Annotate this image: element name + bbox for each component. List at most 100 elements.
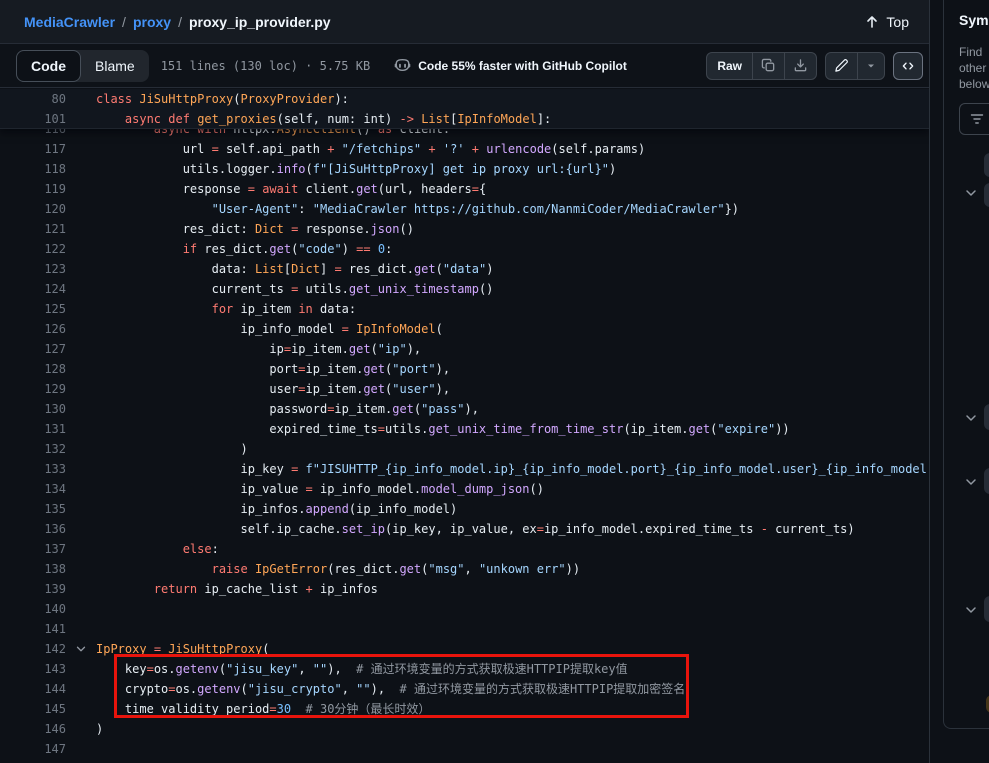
line-number[interactable]: 118 bbox=[0, 159, 66, 179]
breadcrumb-folder-link[interactable]: proxy bbox=[133, 14, 171, 30]
line-number[interactable]: 117 bbox=[0, 139, 66, 159]
code-text: for ip_item in data: bbox=[96, 299, 356, 319]
line-number[interactable]: 127 bbox=[0, 339, 66, 359]
chevron-down-icon[interactable] bbox=[963, 602, 979, 618]
breadcrumb-file-name: proxy_ip_provider.py bbox=[189, 14, 331, 30]
download-icon bbox=[793, 58, 808, 73]
code-line: 132 ) bbox=[0, 439, 929, 459]
line-number[interactable]: 119 bbox=[0, 179, 66, 199]
symbols-filter-input[interactable] bbox=[959, 103, 989, 135]
code-text: port=ip_item.get("port"), bbox=[96, 359, 450, 379]
code-text: ip_key = f"JISUHTTP_{ip_info_model.ip}_{… bbox=[96, 459, 927, 479]
code-line: 147 bbox=[0, 739, 929, 759]
file-view: MediaCrawler / proxy / proxy_ip_provider… bbox=[0, 0, 930, 763]
back-to-top-label: Top bbox=[886, 14, 909, 30]
chevron-down-icon[interactable] bbox=[963, 185, 979, 201]
code-text: response = await client.get(url, headers… bbox=[96, 179, 486, 199]
code-text: "User-Agent": "MediaCrawler https://gith… bbox=[96, 199, 739, 219]
file-meta: 151 lines (130 loc) · 5.75 KB bbox=[161, 59, 371, 73]
code-text: url = self.api_path + "/fetchips" + '?' … bbox=[96, 139, 645, 159]
breadcrumb-repo-link[interactable]: MediaCrawler bbox=[24, 14, 115, 30]
copy-button[interactable] bbox=[752, 53, 784, 79]
code-line: 120 "User-Agent": "MediaCrawler https://… bbox=[0, 199, 929, 219]
back-to-top-button[interactable]: Top bbox=[864, 14, 909, 30]
symbol-item[interactable] bbox=[984, 468, 989, 494]
line-number[interactable]: 145 bbox=[0, 699, 66, 719]
line-number[interactable]: 132 bbox=[0, 439, 66, 459]
code-line: 144 crypto=os.getenv("jisu_crypto", ""),… bbox=[0, 679, 929, 699]
line-number[interactable]: 120 bbox=[0, 199, 66, 219]
breadcrumb: MediaCrawler / proxy / proxy_ip_provider… bbox=[0, 0, 929, 44]
line-number[interactable]: 124 bbox=[0, 279, 66, 299]
code-text: IpProxy = JiSuHttpProxy( bbox=[96, 639, 269, 659]
line-number[interactable]: 129 bbox=[0, 379, 66, 399]
breadcrumb-separator: / bbox=[122, 14, 126, 30]
raw-button-group: Raw bbox=[706, 52, 817, 80]
symbol-item[interactable] bbox=[984, 183, 989, 207]
line-number[interactable]: 133 bbox=[0, 459, 66, 479]
symbols-toggle-button[interactable] bbox=[893, 52, 923, 80]
line-number[interactable]: 136 bbox=[0, 519, 66, 539]
line-number[interactable]: 139 bbox=[0, 579, 66, 599]
tab-code[interactable]: Code bbox=[16, 50, 81, 82]
code-line: 125 for ip_item in data: bbox=[0, 299, 929, 319]
chevron-down-icon[interactable] bbox=[963, 410, 979, 426]
code-line: 130 password=ip_item.get("pass"), bbox=[0, 399, 929, 419]
code-text: async def get_proxies(self, num: int) ->… bbox=[96, 109, 551, 129]
line-number[interactable]: 131 bbox=[0, 419, 66, 439]
line-number[interactable]: 130 bbox=[0, 399, 66, 419]
tab-blame[interactable]: Blame bbox=[81, 50, 149, 82]
line-number[interactable]: 80 bbox=[0, 89, 66, 109]
edit-button-group bbox=[825, 52, 885, 80]
code-text: return ip_cache_list + ip_infos bbox=[96, 579, 378, 599]
code-line: 140 bbox=[0, 599, 929, 619]
line-number[interactable]: 147 bbox=[0, 739, 66, 759]
line-number[interactable]: 128 bbox=[0, 359, 66, 379]
line-number[interactable]: 125 bbox=[0, 299, 66, 319]
filter-icon bbox=[969, 111, 985, 127]
caret-down-icon bbox=[865, 60, 877, 72]
edit-dropdown-button[interactable] bbox=[857, 53, 884, 79]
chevron-down-icon[interactable] bbox=[963, 474, 979, 490]
line-number[interactable]: 134 bbox=[0, 479, 66, 499]
code-line: 143 key=os.getenv("jisu_key", ""), # 通过环… bbox=[0, 659, 929, 679]
toolbar-actions: Raw bbox=[706, 52, 923, 80]
code-line: 123 data: List[Dict] = res_dict.get("dat… bbox=[0, 259, 929, 279]
arrow-up-icon bbox=[864, 14, 880, 30]
code-text: key=os.getenv("jisu_key", ""), # 通过环境变量的… bbox=[96, 659, 628, 679]
code-line: 119 response = await client.get(url, hea… bbox=[0, 179, 929, 199]
code-line: 118 utils.logger.info(f"[JiSuHttpProxy] … bbox=[0, 159, 929, 179]
line-number[interactable]: 122 bbox=[0, 239, 66, 259]
copilot-banner-text: Code 55% faster with GitHub Copilot bbox=[418, 59, 627, 73]
line-number[interactable]: 146 bbox=[0, 719, 66, 739]
code-line: 145 time_validity_period=30 # 30分钟（最长时效） bbox=[0, 699, 929, 719]
line-number[interactable]: 144 bbox=[0, 679, 66, 699]
code-text: utils.logger.info(f"[JiSuHttpProxy] get … bbox=[96, 159, 616, 179]
code-line: 80class JiSuHttpProxy(ProxyProvider): bbox=[0, 89, 929, 109]
code-lines: 116 async with httpx.AsyncClient() as cl… bbox=[0, 119, 929, 759]
line-number[interactable]: 140 bbox=[0, 599, 66, 619]
line-number[interactable]: 135 bbox=[0, 499, 66, 519]
line-number[interactable]: 141 bbox=[0, 619, 66, 639]
line-number[interactable]: 142 bbox=[0, 639, 66, 659]
edit-button[interactable] bbox=[826, 53, 857, 79]
code-line: 127 ip=ip_item.get("ip"), bbox=[0, 339, 929, 359]
line-number[interactable]: 138 bbox=[0, 559, 66, 579]
code-line: 142 IpProxy = JiSuHttpProxy( bbox=[0, 639, 929, 659]
symbol-item[interactable] bbox=[984, 153, 989, 177]
symbol-item[interactable] bbox=[984, 596, 989, 622]
download-button[interactable] bbox=[784, 53, 816, 79]
line-number[interactable]: 137 bbox=[0, 539, 66, 559]
line-number[interactable]: 126 bbox=[0, 319, 66, 339]
fold-chevron-down-icon[interactable] bbox=[66, 642, 96, 656]
line-number[interactable]: 143 bbox=[0, 659, 66, 679]
line-number[interactable]: 123 bbox=[0, 259, 66, 279]
code-line: 126 ip_info_model = IpInfoModel( bbox=[0, 319, 929, 339]
code-line: 141 bbox=[0, 619, 929, 639]
symbol-item[interactable] bbox=[984, 404, 989, 430]
code-line: 122 if res_dict.get("code") == 0: bbox=[0, 239, 929, 259]
line-number[interactable]: 121 bbox=[0, 219, 66, 239]
raw-button[interactable]: Raw bbox=[707, 53, 752, 79]
line-number[interactable]: 101 bbox=[0, 109, 66, 129]
code-text: current_ts = utils.get_unix_timestamp() bbox=[96, 279, 493, 299]
